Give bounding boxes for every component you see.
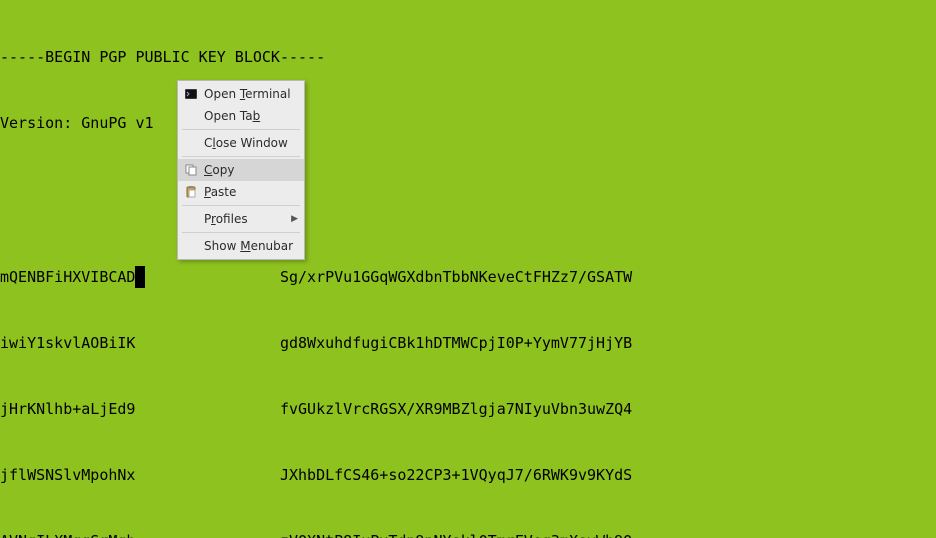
menu-label: Profiles xyxy=(204,208,285,230)
menu-open-terminal[interactable]: Open Terminal xyxy=(178,83,304,105)
menu-close-window[interactable]: Close Window xyxy=(178,132,304,154)
paste-icon xyxy=(184,185,198,199)
menu-label: Show Menubar xyxy=(204,235,298,257)
menu-separator xyxy=(182,129,300,130)
menu-label: Paste xyxy=(204,181,298,203)
menu-copy[interactable]: Copy xyxy=(178,159,304,181)
menu-label: Open Tab xyxy=(204,105,298,127)
blank-icon xyxy=(184,212,198,226)
pgp-line: jHrKNlhb+aLjEd9 fvGUkzlVrcRGSX/XR9MBZlgj… xyxy=(0,398,936,420)
blank-icon xyxy=(184,239,198,253)
pgp-line: mQENBFiHXVIBCAD Sg/xrPVu1GGqWGXdbnTbbNKe… xyxy=(0,266,936,288)
context-menu: Open Terminal Open Tab Close Window Copy… xyxy=(177,80,305,260)
menu-separator xyxy=(182,156,300,157)
copy-icon xyxy=(184,163,198,177)
pgp-header-version: Version: GnuPG v1 xyxy=(0,112,936,134)
pgp-line: iwiY1skvlAOBiIK gd8WxuhdfugiCBk1hDTMWCpj… xyxy=(0,332,936,354)
menu-label: Close Window xyxy=(204,132,298,154)
menu-show-menubar[interactable]: Show Menubar xyxy=(178,235,304,257)
menu-separator xyxy=(182,205,300,206)
pgp-line: jflWSNSlvMpohNx JXhbDLfCS46+so22CP3+1VQy… xyxy=(0,464,936,486)
submenu-arrow-icon: ▶ xyxy=(291,208,298,230)
menu-paste[interactable]: Paste xyxy=(178,181,304,203)
menu-label: Open Terminal xyxy=(204,83,298,105)
menu-open-tab[interactable]: Open Tab xyxy=(178,105,304,127)
menu-label: Copy xyxy=(204,159,298,181)
menu-profiles[interactable]: Profiles ▶ xyxy=(178,208,304,230)
blank-line xyxy=(0,178,936,200)
pgp-header-begin: -----BEGIN PGP PUBLIC KEY BLOCK----- xyxy=(0,46,936,68)
terminal-icon xyxy=(184,87,198,101)
pgp-line: AVNgILXMggSrMqh zVQXNtP8IuPxTdp9pNYskl0T… xyxy=(0,530,936,538)
blank-icon xyxy=(184,136,198,150)
menu-separator xyxy=(182,232,300,233)
terminal-content[interactable]: -----BEGIN PGP PUBLIC KEY BLOCK----- Ver… xyxy=(0,0,936,538)
blank-icon xyxy=(184,109,198,123)
